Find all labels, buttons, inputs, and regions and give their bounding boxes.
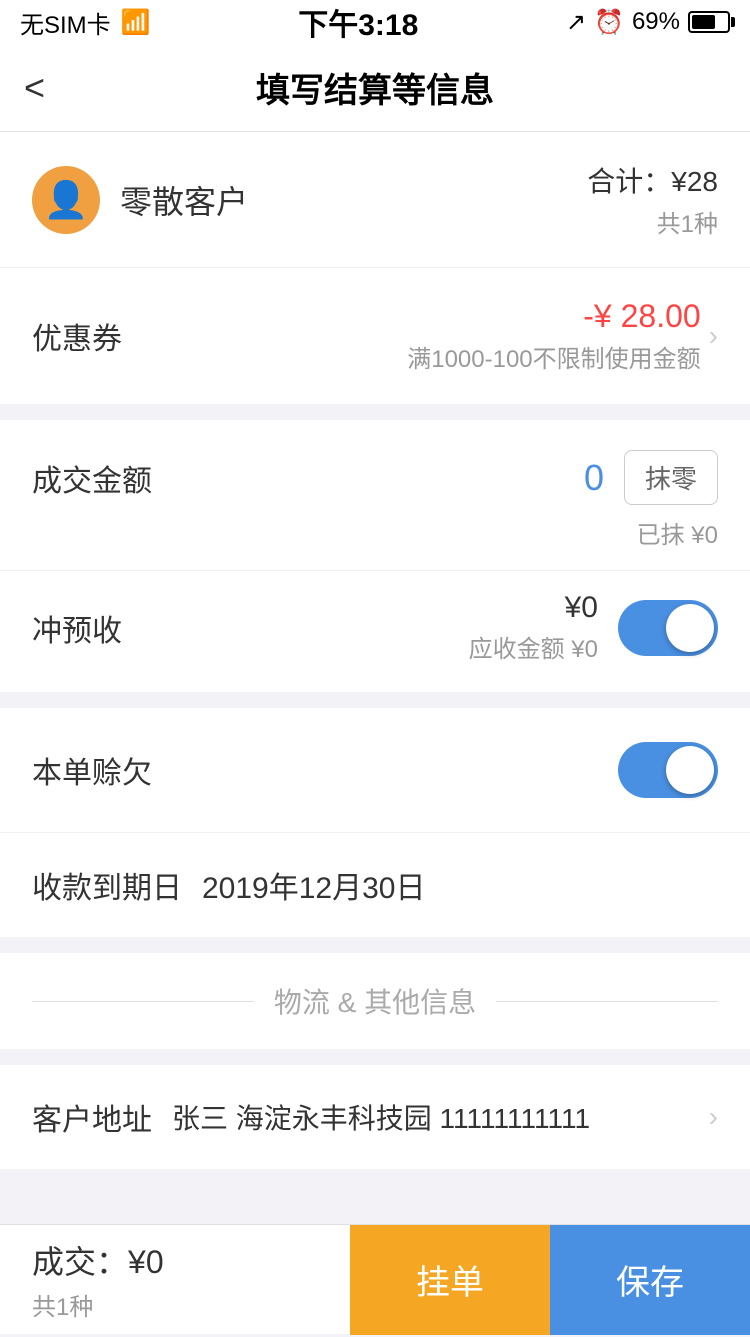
customer-summary: 合计：¥28 共1种 — [587, 160, 718, 239]
deal-amount-label: 成交金额 — [32, 456, 152, 500]
address-label: 客户地址 — [32, 1095, 152, 1139]
logistics-section: 物流 & 其他信息 — [0, 953, 750, 1049]
status-right: ↗ ⏰ 69% — [566, 8, 730, 37]
battery-percent: 69% — [632, 8, 680, 36]
bottom-deal-amount: ¥0 — [128, 1244, 164, 1280]
address-section: 客户地址 张三 海淀永丰科技园 11111111111 › — [0, 1065, 750, 1169]
customer-left: 👤 零散客户 — [32, 166, 248, 234]
customer-section: 👤 零散客户 合计：¥28 共1种 优惠券 -¥ 28.00 满1000-100… — [0, 132, 750, 404]
status-left: 无SIM卡 📶 — [20, 5, 151, 40]
deal-amount-row: 成交金额 0 抹零 — [0, 420, 750, 515]
prepay-toggle[interactable] — [618, 600, 718, 656]
debt-toggle-knob — [666, 746, 714, 794]
debt-section: 本单赊欠 收款到期日 2019年12月30日 — [0, 708, 750, 937]
avatar-icon: 👤 — [44, 179, 89, 221]
round-zero-button[interactable]: 抹零 — [624, 450, 718, 505]
page-title: 填写结算等信息 — [256, 63, 494, 112]
debt-row: 本单赊欠 — [0, 708, 750, 832]
battery-icon — [688, 11, 730, 33]
status-bar: 无SIM卡 📶 下午3:18 ↗ ⏰ 69% — [0, 0, 750, 44]
logistics-header-text: 物流 & 其他信息 — [274, 981, 476, 1021]
logistics-line-right — [496, 1001, 718, 1002]
wifi-icon: 📶 — [121, 8, 151, 37]
coupon-label: 优惠券 — [32, 314, 122, 358]
bottom-summary: 成交：¥0 共1种 — [0, 1237, 350, 1322]
nav-bar: < 填写结算等信息 — [0, 44, 750, 132]
content-area: 👤 零散客户 合计：¥28 共1种 优惠券 -¥ 28.00 满1000-100… — [0, 132, 750, 1337]
location-icon: ↗ — [566, 8, 586, 37]
hold-button[interactable]: 挂单 — [350, 1225, 550, 1335]
deal-right: 0 抹零 — [584, 450, 718, 505]
chevron-right-icon: › — [709, 320, 718, 352]
coupon-description: 满1000-100不限制使用金额 — [407, 339, 700, 374]
customer-name: 零散客户 — [120, 177, 248, 223]
customer-row: 👤 零散客户 合计：¥28 共1种 — [0, 132, 750, 267]
address-value: 张三 海淀永丰科技园 11111111111 — [172, 1097, 709, 1137]
coupon-right: -¥ 28.00 满1000-100不限制使用金额 — [407, 298, 700, 374]
prepay-values: ¥0 应收金额 ¥0 — [469, 591, 598, 664]
logistics-header: 物流 & 其他信息 — [0, 953, 750, 1049]
status-time: 下午3:18 — [298, 0, 418, 44]
due-date-row: 收款到期日 2019年12月30日 — [0, 832, 750, 937]
debt-label: 本单赊欠 — [32, 748, 152, 792]
logistics-line-left — [32, 1001, 254, 1002]
coupon-amount: -¥ 28.00 — [407, 298, 700, 335]
bottom-deal-row: 成交：¥0 — [32, 1237, 318, 1283]
toggle-knob — [666, 604, 714, 652]
save-button[interactable]: 保存 — [550, 1225, 750, 1335]
prepay-right: ¥0 应收金额 ¥0 — [469, 591, 718, 664]
total-amount: 合计：¥28 — [587, 160, 718, 200]
prepay-receivable: 应收金额 ¥0 — [469, 629, 598, 664]
due-date-value: 2019年12月30日 — [202, 863, 425, 907]
back-button[interactable]: < — [24, 67, 45, 109]
already-rounded-text: 已抹 ¥0 — [0, 515, 750, 570]
prepay-amount: ¥0 — [469, 591, 598, 625]
prepay-label: 冲预收 — [32, 606, 122, 650]
debt-toggle[interactable] — [618, 742, 718, 798]
bottom-count: 共1种 — [32, 1287, 318, 1322]
avatar: 👤 — [32, 166, 100, 234]
address-chevron-icon: › — [709, 1101, 718, 1133]
due-date-label: 收款到期日 — [32, 863, 182, 907]
bottom-bar: 成交：¥0 共1种 挂单 保存 — [0, 1224, 750, 1334]
address-row[interactable]: 客户地址 张三 海淀永丰科技园 11111111111 › — [0, 1065, 750, 1169]
battery-fill — [692, 15, 715, 29]
total-count: 共1种 — [587, 204, 718, 239]
deal-section: 成交金额 0 抹零 已抹 ¥0 冲预收 ¥0 应收金额 ¥0 — [0, 420, 750, 692]
deal-amount-value: 0 — [584, 457, 604, 499]
carrier-label: 无SIM卡 — [20, 5, 111, 40]
coupon-row[interactable]: 优惠券 -¥ 28.00 满1000-100不限制使用金额 › — [0, 267, 750, 404]
bottom-deal-prefix: 成交： — [32, 1244, 128, 1280]
prepay-row: 冲预收 ¥0 应收金额 ¥0 — [0, 570, 750, 692]
bottom-spacer — [0, 1185, 750, 1217]
alarm-icon: ⏰ — [594, 8, 624, 37]
